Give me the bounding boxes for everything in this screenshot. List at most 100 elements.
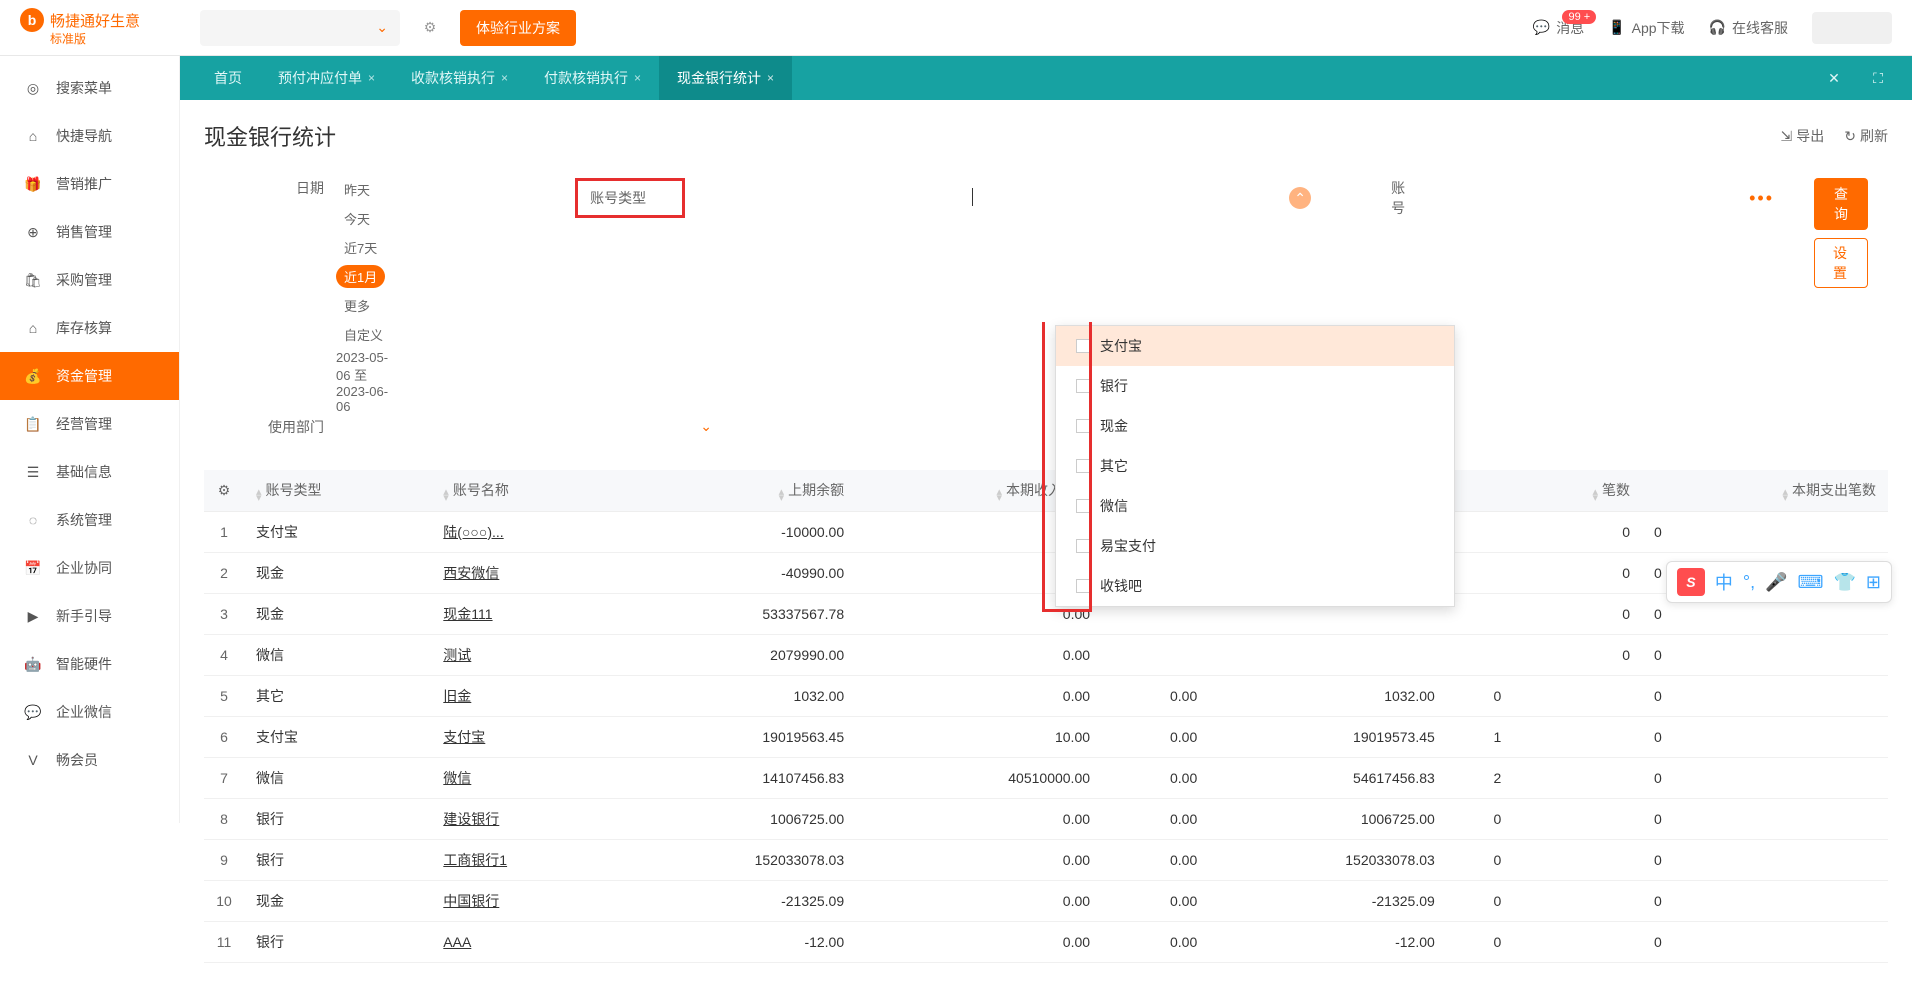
date-pill-昨天[interactable]: 昨天 (336, 178, 378, 201)
dropdown-option-易宝支付[interactable]: 易宝支付 (1056, 526, 1454, 566)
sidebar-item-14[interactable]: V畅会员 (0, 736, 179, 784)
ime-mic-icon[interactable]: 🎤 (1765, 572, 1787, 593)
tab-1[interactable]: 预付冲应付单× (260, 56, 393, 100)
ime-skin-icon[interactable]: 👕 (1833, 572, 1855, 593)
dropdown-option-银行[interactable]: 银行 (1056, 366, 1454, 406)
checkbox[interactable] (1076, 539, 1090, 553)
more-filters-button[interactable]: ••• (1749, 188, 1774, 209)
checkbox[interactable] (1076, 379, 1090, 393)
dropdown-option-微信[interactable]: 微信 (1056, 486, 1454, 526)
column-header-0[interactable]: ▴▾账号类型 (244, 470, 431, 512)
tab-0[interactable]: 首页 (196, 56, 260, 100)
date-pill-更多[interactable]: 更多 (336, 294, 378, 317)
tab-close-icon[interactable]: × (634, 71, 641, 85)
sidebar-item-6[interactable]: 💰资金管理 (0, 352, 179, 400)
fullscreen-button[interactable]: ⛶ (1860, 60, 1896, 96)
cell-name: 测试 (431, 635, 618, 676)
sidebar-item-3[interactable]: ⊕销售管理 (0, 208, 179, 256)
option-label: 银行 (1100, 376, 1128, 396)
tab-close-icon[interactable]: × (767, 71, 774, 85)
online-service-button[interactable]: 🎧 在线客服 (1709, 18, 1788, 38)
cell-c6 (1102, 635, 1209, 676)
account-link[interactable]: 西安微信 (443, 565, 499, 581)
tab-3[interactable]: 付款核销执行× (526, 56, 659, 100)
messages-button[interactable]: 💬 消息 99 + (1533, 18, 1584, 38)
collapse-filter-button[interactable]: ⌃ (1289, 187, 1311, 209)
account-link[interactable]: 陆(○○○)... (443, 524, 503, 540)
cell-c7: -21325.09 (1209, 881, 1447, 922)
tab-4[interactable]: 现金银行统计× (659, 56, 792, 100)
account-link[interactable]: 测试 (443, 647, 471, 663)
table-settings-header[interactable]: ⚙ (204, 470, 244, 512)
sidebar-item-10[interactable]: 📅企业协同 (0, 544, 179, 592)
date-pill-近7天[interactable]: 近7天 (336, 236, 385, 259)
column-header-7[interactable]: ▴▾笔数 (1513, 470, 1642, 512)
column-header-6[interactable] (1447, 470, 1514, 512)
sidebar-item-1[interactable]: ⌂快捷导航 (0, 112, 179, 160)
account-link[interactable]: 现金111 (443, 606, 492, 622)
ime-keyboard-icon[interactable]: ⌨ (1798, 572, 1824, 593)
date-pill-近1月[interactable]: 近1月 (336, 265, 385, 288)
sort-icon: ▴▾ (256, 489, 262, 501)
account-link[interactable]: AAA (443, 934, 471, 950)
ime-lang-button[interactable]: 中 (1715, 569, 1733, 595)
checkbox[interactable] (1076, 579, 1090, 593)
date-pill-今天[interactable]: 今天 (336, 207, 378, 230)
column-header-8[interactable]: ▴▾本期支出笔数 (1642, 470, 1888, 512)
column-header-1[interactable]: ▴▾账号名称 (431, 470, 618, 512)
account-link[interactable]: 支付宝 (443, 729, 485, 745)
sidebar-label: 库存核算 (56, 318, 112, 338)
account-link[interactable]: 工商银行1 (443, 852, 507, 868)
account-type-input[interactable] (697, 184, 977, 212)
column-label: 笔数 (1602, 482, 1630, 498)
user-avatar[interactable] (1812, 12, 1892, 44)
cell-c8: 0 (1447, 922, 1514, 963)
cell-type: 银行 (244, 840, 431, 881)
cell-c6: 0.00 (1102, 840, 1209, 881)
app-download-button[interactable]: 📱 App下载 (1608, 18, 1684, 38)
dropdown-option-收钱吧[interactable]: 收钱吧 (1056, 566, 1454, 606)
column-header-2[interactable]: ▴▾上期余额 (619, 470, 857, 512)
refresh-button[interactable]: ↻刷新 (1844, 126, 1888, 146)
cta-button[interactable]: 体验行业方案 (460, 10, 576, 46)
sidebar-item-11[interactable]: ▶新手引导 (0, 592, 179, 640)
settings-gear-button[interactable]: ⚙ (412, 10, 448, 46)
checkbox[interactable] (1076, 499, 1090, 513)
setting-button[interactable]: 设置 (1814, 238, 1868, 288)
sidebar-item-0[interactable]: ◎搜索菜单 (0, 64, 179, 112)
account-link[interactable]: 旧金 (443, 688, 471, 704)
account-link[interactable]: 建设银行 (443, 811, 499, 827)
logo-subtext: 标准版 (50, 30, 140, 47)
sidebar-item-9[interactable]: ◌系统管理 (0, 496, 179, 544)
date-pill-自定义[interactable]: 自定义 (336, 323, 391, 346)
account-link[interactable]: 中国银行 (443, 893, 499, 909)
dropdown-option-现金[interactable]: 现金 (1056, 406, 1454, 446)
ime-punct-button[interactable]: °, (1743, 572, 1755, 593)
account-link[interactable]: 微信 (443, 770, 471, 786)
dropdown-option-支付宝[interactable]: 支付宝 (1056, 326, 1454, 366)
checkbox[interactable] (1076, 419, 1090, 433)
sidebar-item-5[interactable]: ⌂库存核算 (0, 304, 179, 352)
tab-2[interactable]: 收款核销执行× (393, 56, 526, 100)
sidebar-item-2[interactable]: 🎁营销推广 (0, 160, 179, 208)
sidebar-item-13[interactable]: 💬企业微信 (0, 688, 179, 736)
checkbox[interactable] (1076, 459, 1090, 473)
sidebar-item-8[interactable]: ☰基础信息 (0, 448, 179, 496)
dropdown-option-其它[interactable]: 其它 (1056, 446, 1454, 486)
company-selector[interactable]: ⌄ (200, 10, 400, 46)
department-select[interactable]: ⌄ (336, 414, 716, 440)
cell-income: 40510000.00 (856, 758, 1102, 799)
tab-close-icon[interactable]: × (501, 71, 508, 85)
ime-toolbox-icon[interactable]: ⊞ (1866, 572, 1881, 593)
export-button[interactable]: ⇲导出 (1781, 126, 1825, 146)
ime-toolbar[interactable]: S 中 °, 🎤 ⌨ 👕 ⊞ (1666, 561, 1892, 603)
cell-count: 0 (1513, 553, 1642, 594)
close-all-tabs-button[interactable]: ✕ (1816, 60, 1852, 96)
sidebar-item-12[interactable]: 🤖智能硬件 (0, 640, 179, 688)
tab-close-icon[interactable]: × (368, 71, 375, 85)
sort-icon: ▴▾ (779, 489, 785, 501)
checkbox[interactable] (1076, 339, 1090, 353)
query-button[interactable]: 查询 (1814, 178, 1868, 230)
sidebar-item-4[interactable]: 🛍采购管理 (0, 256, 179, 304)
sidebar-item-7[interactable]: 📋经营管理 (0, 400, 179, 448)
